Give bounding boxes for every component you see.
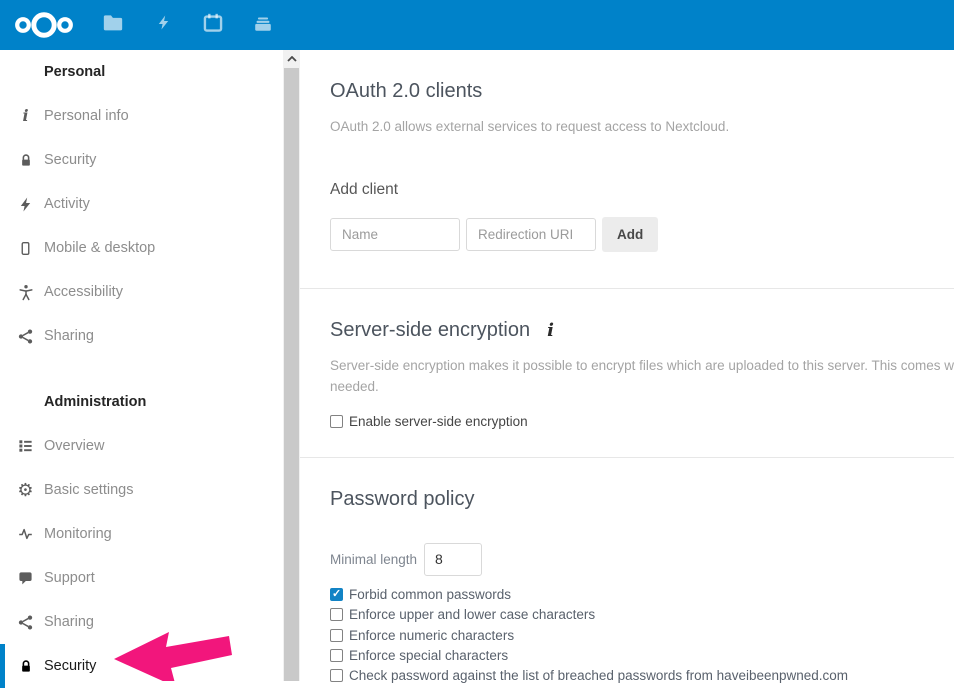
policy-checkbox[interactable] xyxy=(330,629,343,642)
policy-checkbox[interactable] xyxy=(330,608,343,621)
policy-option-check-password-against-the-list-of-breached-passwords-from-haveibeenpwned-com: Check password against the list of breac… xyxy=(330,666,954,686)
folder-icon xyxy=(102,12,124,39)
minimal-length-label: Minimal length xyxy=(330,552,417,567)
overview-icon xyxy=(17,438,34,455)
sidebar-item-support[interactable]: Support xyxy=(0,556,300,600)
policy-checkbox[interactable] xyxy=(330,649,343,662)
administration-section: Administration Overview ⚙ Basic settings… xyxy=(0,380,300,688)
mobile-icon xyxy=(17,240,34,257)
oauth-section: OAuth 2.0 clients OAuth 2.0 allows exter… xyxy=(300,50,954,289)
client-name-input[interactable] xyxy=(330,218,460,251)
sidebar-item-mobile-desktop[interactable]: Mobile & desktop xyxy=(0,226,300,270)
minimal-length-row: Minimal length xyxy=(330,543,954,576)
sidebar-item-overview[interactable]: Overview xyxy=(0,424,300,468)
deck-icon xyxy=(252,12,274,39)
add-client-label: Add client xyxy=(330,180,954,200)
minimal-length-input[interactable] xyxy=(424,543,482,576)
app-button-deck[interactable] xyxy=(238,0,288,50)
accessibility-icon xyxy=(17,284,34,301)
sidebar-item-activity[interactable]: Activity xyxy=(0,182,300,226)
policy-option-forbid-common-passwords: Forbid common passwords xyxy=(330,585,954,605)
app-navigation xyxy=(88,0,288,50)
settings-sidebar: Personal i Personal info Security Activi… xyxy=(0,50,300,681)
info-icon[interactable]: i xyxy=(547,319,554,342)
policy-option-enforce-special-characters: Enforce special characters xyxy=(330,645,954,665)
policy-checkbox[interactable] xyxy=(330,588,343,601)
password-policy-section: Password policy Minimal length Forbid co… xyxy=(300,458,954,686)
encryption-description: Server-side encryption makes it possible… xyxy=(330,355,954,398)
lock-icon xyxy=(17,658,34,675)
sidebar-scrollbar[interactable] xyxy=(283,50,300,681)
nextcloud-logo[interactable] xyxy=(13,8,79,42)
scrollbar-thumb[interactable] xyxy=(284,68,299,681)
password-policy-options: Forbid common passwords Enforce upper an… xyxy=(330,585,954,686)
scroll-up-button[interactable] xyxy=(283,50,300,67)
lightning-icon xyxy=(156,14,171,36)
oauth-title: OAuth 2.0 clients xyxy=(330,80,954,103)
calendar-icon xyxy=(202,12,224,39)
sidebar-item-personal-info[interactable]: i Personal info xyxy=(0,94,300,138)
policy-option-enforce-upper-and-lower-case-characters: Enforce upper and lower case characters xyxy=(330,605,954,625)
oauth-description: OAuth 2.0 allows external services to re… xyxy=(330,116,954,138)
lightning-icon xyxy=(17,196,34,213)
top-header-bar xyxy=(0,0,954,50)
enable-encryption-checkbox[interactable] xyxy=(330,415,343,428)
sidebar-item-sharing[interactable]: Sharing xyxy=(0,600,300,644)
sidebar-item-monitoring[interactable]: Monitoring xyxy=(0,512,300,556)
app-button-files[interactable] xyxy=(88,0,138,50)
add-client-button[interactable]: Add xyxy=(602,217,658,252)
encryption-section: Server-side encryption i Server-side enc… xyxy=(300,289,954,458)
info-icon: i xyxy=(17,108,34,125)
policy-option-enforce-numeric-characters: Enforce numeric characters xyxy=(330,625,954,645)
sidebar-item-security[interactable]: Security xyxy=(0,138,300,182)
app-button-calendar[interactable] xyxy=(188,0,238,50)
password-policy-title: Password policy xyxy=(330,488,954,511)
settings-content: OAuth 2.0 clients OAuth 2.0 allows exter… xyxy=(300,50,954,686)
monitoring-icon xyxy=(17,526,34,543)
redirection-uri-input[interactable] xyxy=(466,218,596,251)
add-client-form: Add xyxy=(330,217,954,252)
support-icon xyxy=(17,570,34,587)
app-button-activity[interactable] xyxy=(138,0,188,50)
personal-items: i Personal info Security Activity Mobile… xyxy=(0,94,300,358)
lock-icon xyxy=(17,152,34,169)
gear-icon: ⚙ xyxy=(17,482,34,499)
personal-section: Personal i Personal info Security Activi… xyxy=(0,50,300,358)
sidebar-item-sharing[interactable]: Sharing xyxy=(0,314,300,358)
administration-section-title: Administration xyxy=(0,380,300,424)
encryption-title: Server-side encryption i xyxy=(330,319,954,342)
chevron-up-icon xyxy=(287,56,297,62)
personal-section-title: Personal xyxy=(0,50,300,94)
administration-items: Overview ⚙ Basic settings Monitoring Sup… xyxy=(0,424,300,688)
sidebar-item-basic-settings[interactable]: ⚙ Basic settings xyxy=(0,468,300,512)
share-icon xyxy=(17,614,34,631)
share-icon xyxy=(17,328,34,345)
sidebar-item-security[interactable]: Security xyxy=(0,644,300,688)
policy-checkbox[interactable] xyxy=(330,669,343,682)
enable-encryption-row: Enable server-side encryption xyxy=(330,414,954,429)
sidebar-item-accessibility[interactable]: Accessibility xyxy=(0,270,300,314)
enable-encryption-label: Enable server-side encryption xyxy=(349,414,528,429)
